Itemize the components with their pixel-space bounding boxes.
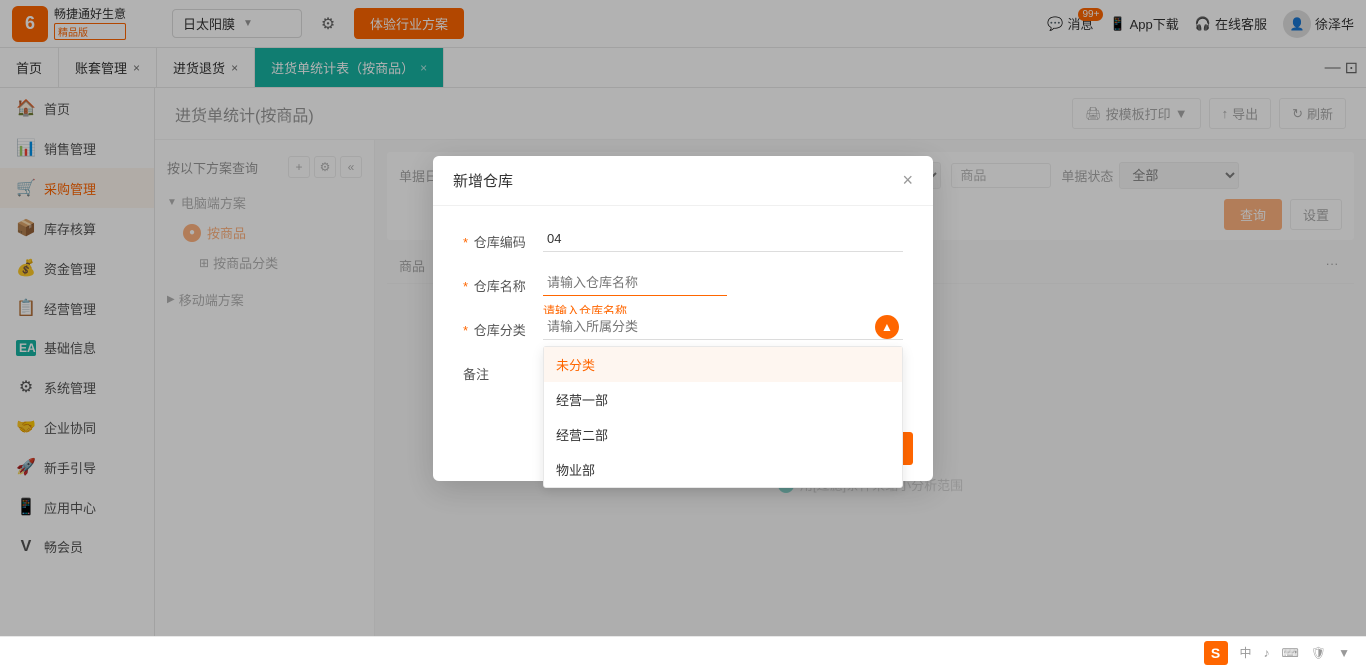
category-dropdown-list: 未分类 经营一部 经营二部 物业部 — [543, 346, 903, 488]
modal-header: 新增仓库 × — [433, 156, 933, 206]
category-dropdown-toggle[interactable]: ▲ — [875, 315, 899, 339]
modal-body: * 仓库编码 * 仓库名称 请输入仓库名称 * — [433, 206, 933, 422]
modal-overlay: 新增仓库 × * 仓库编码 * 仓库名称 — [0, 0, 1366, 636]
warehouse-code-input[interactable] — [543, 226, 903, 252]
modal-title: 新增仓库 — [453, 170, 513, 191]
bottom-icon-keyboard[interactable]: ⌨ — [1282, 646, 1299, 660]
category-label: * 仓库分类 — [463, 314, 543, 339]
category-required-indicator: * — [463, 323, 468, 338]
modal-close-button[interactable]: × — [902, 170, 913, 191]
bottom-icon-lang[interactable]: 中 — [1240, 644, 1252, 661]
category-input[interactable] — [543, 314, 903, 340]
category-select-wrapper: ▲ 未分类 经营一部 经营二部 物业部 — [543, 314, 903, 340]
form-row-category: * 仓库分类 ▲ 未分类 经营一部 经营二部 物业部 — [463, 314, 903, 340]
bottom-icon-sound[interactable]: ♪ — [1264, 646, 1270, 660]
dropdown-item-dept1[interactable]: 经营一部 — [544, 382, 902, 417]
form-row-code: * 仓库编码 — [463, 226, 903, 252]
bottom-icon-more[interactable]: ▼ — [1338, 646, 1350, 660]
warehouse-name-input[interactable] — [543, 270, 727, 296]
note-label: 备注 — [463, 358, 543, 383]
bottom-icon-shield[interactable]: 🛡 — [1311, 646, 1326, 660]
dropdown-item-dept2[interactable]: 经营二部 — [544, 417, 902, 452]
dropdown-item-dept3[interactable]: 物业部 — [544, 452, 902, 487]
bottom-bar: S 中 ♪ ⌨ 🛡 ▼ — [0, 636, 1366, 668]
name-label: * 仓库名称 — [463, 270, 543, 295]
form-row-name: * 仓库名称 请输入仓库名称 — [463, 270, 903, 296]
name-required-indicator: * — [463, 279, 468, 294]
code-label: * 仓库编码 — [463, 226, 543, 251]
required-indicator: * — [463, 235, 468, 250]
add-warehouse-modal: 新增仓库 × * 仓库编码 * 仓库名称 — [433, 156, 933, 481]
dropdown-item-uncategorized[interactable]: 未分类 — [544, 347, 902, 382]
bottom-icon-s[interactable]: S — [1204, 641, 1228, 665]
